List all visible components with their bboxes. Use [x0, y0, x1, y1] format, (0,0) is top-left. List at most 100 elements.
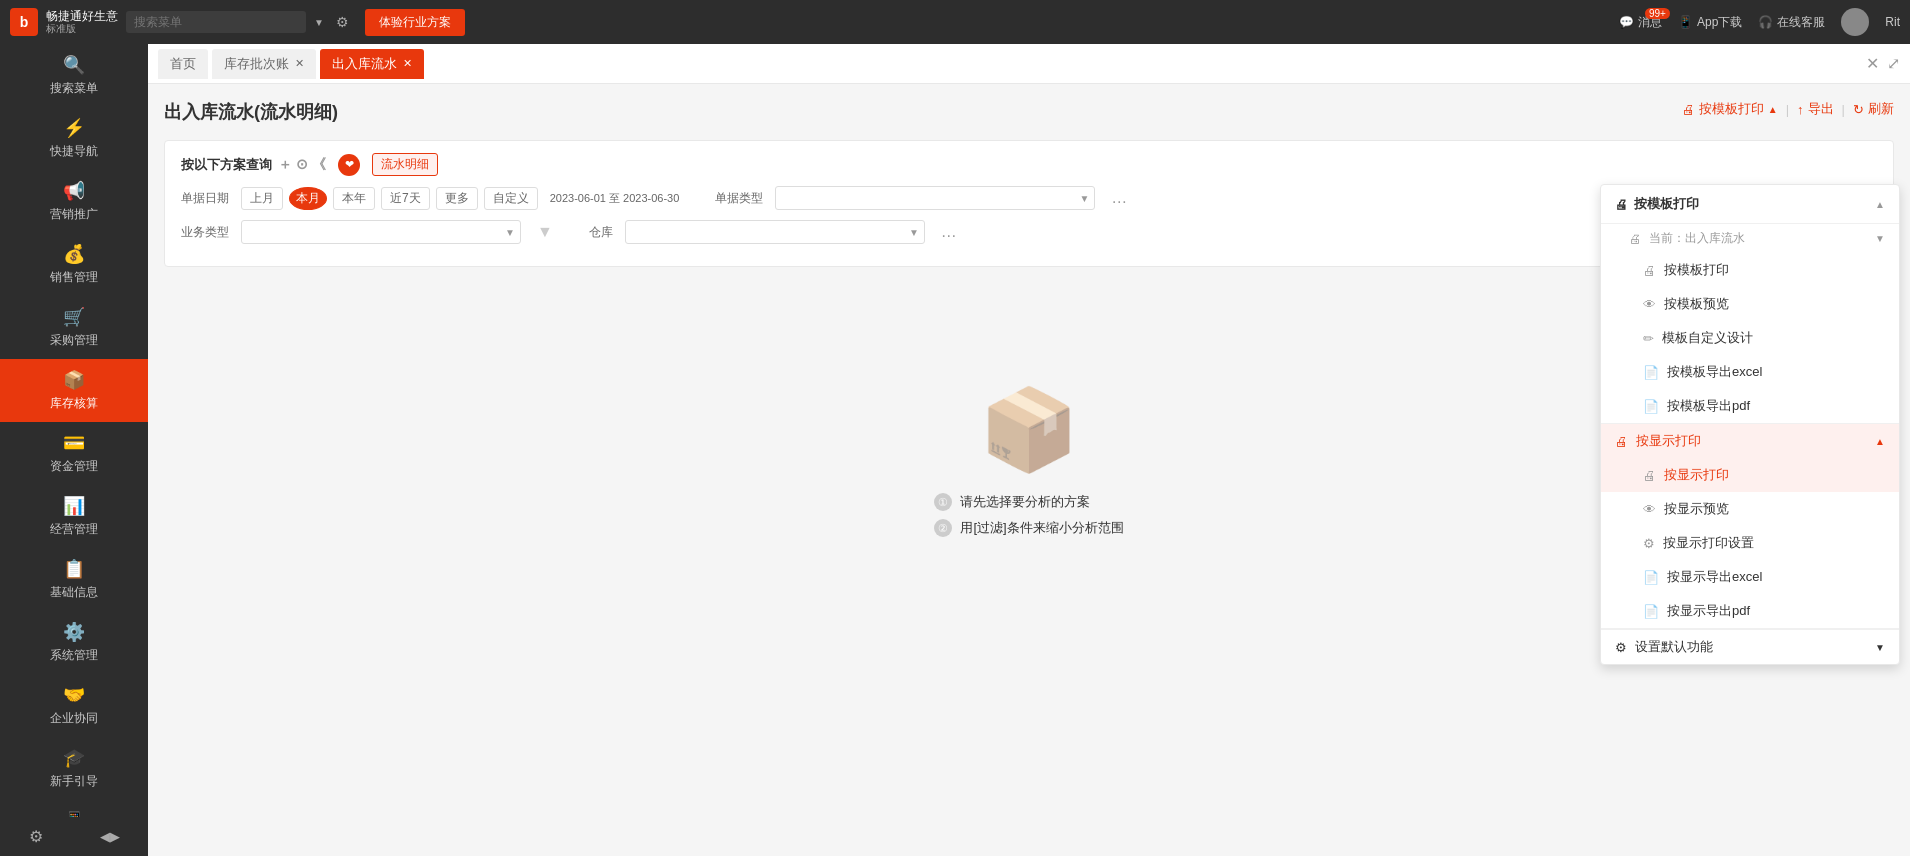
search-dropdown-icon[interactable]: ▼ — [314, 17, 324, 28]
tabbar-right-icons: ✕ ⤢ — [1866, 54, 1900, 73]
tab-label-batch-account: 库存批次账 — [224, 55, 289, 73]
dropdown-header-arrow[interactable]: ▲ — [1875, 199, 1885, 210]
sidebar-item-operations[interactable]: 📊经营管理 — [0, 485, 148, 548]
app-brand-sub: 标准版 — [46, 23, 118, 35]
sidebar-bottom: ⚙ ◀▶ — [0, 817, 148, 856]
sidebar-item-finance[interactable]: 💳资金管理 — [0, 422, 148, 485]
flow-detail-tag[interactable]: 流水明细 — [372, 153, 438, 176]
dropdown-item-display-preview[interactable]: 👁按显示预览 — [1601, 492, 1899, 526]
tab-home[interactable]: 首页 — [158, 49, 208, 79]
dropdown-footer[interactable]: ⚙ 设置默认功能 ▼ — [1601, 629, 1899, 664]
sidebar-item-quick-nav[interactable]: ⚡快捷导航 — [0, 107, 148, 170]
sidebar-item-label-inventory: 库存核算 — [50, 395, 98, 412]
sidebar-item-basics[interactable]: 📋 基础信息 — [0, 548, 148, 611]
sidebar-item-label-basics: 基础信息 — [50, 584, 98, 601]
date-btn-近7天[interactable]: 近7天 — [381, 187, 430, 210]
dropdown-panel: 🖨 按模板打印 ▲ 🖨 当前：出入库流水 ▼ 🖨按模板打印👁按模板预览✏模板自定… — [1600, 184, 1900, 665]
date-btn-本月[interactable]: 本月 — [289, 187, 327, 210]
app-brand: 畅捷通好生意 — [46, 9, 118, 23]
search-input[interactable] — [126, 11, 306, 33]
tab-inout-flow[interactable]: 出入库流水✕ — [320, 49, 424, 79]
date-btn-自定义[interactable]: 自定义 — [484, 187, 538, 210]
dropdown-item-display-export-pdf[interactable]: 📄按显示导出pdf — [1601, 594, 1899, 628]
business-type-select[interactable] — [241, 220, 521, 244]
sidebar-item-system[interactable]: ⚙️系统管理 — [0, 611, 148, 674]
operations-icon: 📊 — [63, 495, 85, 517]
empty-step-1: ① 请先选择要分析的方案 — [934, 493, 1123, 511]
dropdown-item-template-export-pdf[interactable]: 📄按模板导出pdf — [1601, 389, 1899, 423]
system-icon: ⚙️ — [63, 621, 85, 643]
date-btn-更多[interactable]: 更多 — [436, 187, 478, 210]
export-btn[interactable]: ↑ 导出 — [1797, 100, 1834, 118]
sidebar-item-purchase[interactable]: 🛒采购管理 — [0, 296, 148, 359]
app-logo: b — [10, 8, 38, 36]
date-btn-上月[interactable]: 上月 — [241, 187, 283, 210]
dropdown-header-title: 🖨 按模板打印 — [1615, 195, 1699, 213]
display-export-pdf-icon: 📄 — [1643, 604, 1659, 619]
online-service-btn[interactable]: 🎧 在线客服 — [1758, 14, 1825, 31]
sidebar-settings-icon[interactable]: ⚙ — [29, 827, 43, 846]
message-btn[interactable]: 💬 消息 99+ — [1619, 14, 1662, 31]
refresh-btn[interactable]: ↻ 刷新 — [1853, 100, 1894, 118]
query-row-1: 按以下方案查询 ＋ ⊙ 《 ❤ 流水明细 — [181, 153, 1877, 176]
voucher-type-select[interactable] — [775, 186, 1095, 210]
search-icon: 🔍 — [63, 54, 85, 76]
collapse-left-icon[interactable]: 《 — [312, 156, 326, 174]
sidebar-item-label-purchase: 采购管理 — [50, 332, 98, 349]
dropdown-item-display-export-excel[interactable]: 📄按显示导出excel — [1601, 560, 1899, 594]
current-arrow: ▼ — [1875, 233, 1885, 244]
tab-batch-account[interactable]: 库存批次账 ✕ — [212, 49, 316, 79]
sidebar-item-sales[interactable]: 💰销售管理 — [0, 233, 148, 296]
sidebar-item-collab[interactable]: 🤝企业协同 — [0, 674, 148, 737]
template-export-excel-icon: 📄 — [1643, 365, 1659, 380]
display-preview-label: 按显示预览 — [1664, 500, 1729, 518]
date-label: 单据日期 — [181, 190, 229, 207]
step1-num: ① — [934, 493, 952, 511]
dropdown-item-template-preview[interactable]: 👁按模板预览 — [1601, 287, 1899, 321]
template-custom-icon: ✏ — [1643, 331, 1654, 346]
sidebar-collapse-icon[interactable]: ◀▶ — [100, 829, 120, 844]
sidebar-item-inventory[interactable]: 📦 库存核算 — [0, 359, 148, 422]
warehouse-select[interactable] — [625, 220, 925, 244]
voucher-more-icon[interactable]: … — [1111, 189, 1127, 207]
export-icon: ↑ — [1797, 102, 1804, 117]
business-type-select-wrapper — [241, 220, 521, 244]
user-name[interactable]: Rit — [1885, 15, 1900, 29]
date-btn-本年[interactable]: 本年 — [333, 187, 375, 210]
sidebar-item-guide[interactable]: 🎓新手引导 — [0, 737, 148, 800]
date-filter: 上月本月本年近7天更多自定义 — [241, 187, 538, 210]
template-preview-label: 按模板预览 — [1664, 295, 1729, 313]
print-template-btn[interactable]: 🖨 按模板打印 ▲ — [1682, 100, 1778, 118]
date-range: 2023-06-01 至 2023-06-30 — [550, 191, 680, 206]
display-section-header[interactable]: 🖨 按显示打印 ▲ — [1601, 424, 1899, 458]
print-icon: 🖨 — [1682, 102, 1695, 117]
tab-close-batch-account[interactable]: ✕ — [295, 57, 304, 70]
basics-icon: 📋 — [63, 558, 85, 580]
filter-icon[interactable]: ⊙ — [296, 156, 308, 174]
empty-step-2: ② 用[过滤]条件来缩小分析范围 — [934, 519, 1123, 537]
inventory-icon: 📦 — [63, 369, 85, 391]
warehouse-more-icon[interactable]: … — [941, 223, 957, 241]
apps-icon: 📱 — [63, 810, 85, 817]
sidebar-item-search[interactable]: 🔍搜索菜单 — [0, 44, 148, 107]
tab-label-home: 首页 — [170, 55, 196, 73]
settings-icon[interactable]: ⚙ — [336, 14, 349, 30]
display-settings-label: 按显示打印设置 — [1663, 534, 1754, 552]
app-download-btn[interactable]: 📱 App下载 — [1678, 14, 1742, 31]
page-content: 出入库流水(流水明细) 🖨 按模板打印 ▲ | ↑ 导出 | ↻ 刷新 — [148, 84, 1910, 856]
dropdown-item-display-print[interactable]: 🖨按显示打印 — [1601, 458, 1899, 492]
add-icon[interactable]: ＋ — [278, 156, 292, 174]
page-title: 出入库流水(流水明细) — [164, 100, 1894, 124]
tab-close-inout-flow[interactable]: ✕ — [403, 57, 412, 70]
tab-maximize-icon[interactable]: ⤢ — [1887, 54, 1900, 73]
dropdown-item-template-custom[interactable]: ✏模板自定义设计 — [1601, 321, 1899, 355]
dropdown-item-display-settings[interactable]: ⚙按显示打印设置 — [1601, 526, 1899, 560]
tab-close-all-icon[interactable]: ✕ — [1866, 54, 1879, 73]
dropdown-item-template-print[interactable]: 🖨按模板打印 — [1601, 253, 1899, 287]
user-avatar[interactable] — [1841, 8, 1869, 36]
sidebar-item-marketing[interactable]: 📢营销推广 — [0, 170, 148, 233]
industry-btn[interactable]: 体验行业方案 — [365, 9, 465, 36]
warehouse-select-wrapper — [625, 220, 925, 244]
dropdown-item-template-export-excel[interactable]: 📄按模板导出excel — [1601, 355, 1899, 389]
sidebar-item-apps[interactable]: 📱应用中心 — [0, 800, 148, 817]
